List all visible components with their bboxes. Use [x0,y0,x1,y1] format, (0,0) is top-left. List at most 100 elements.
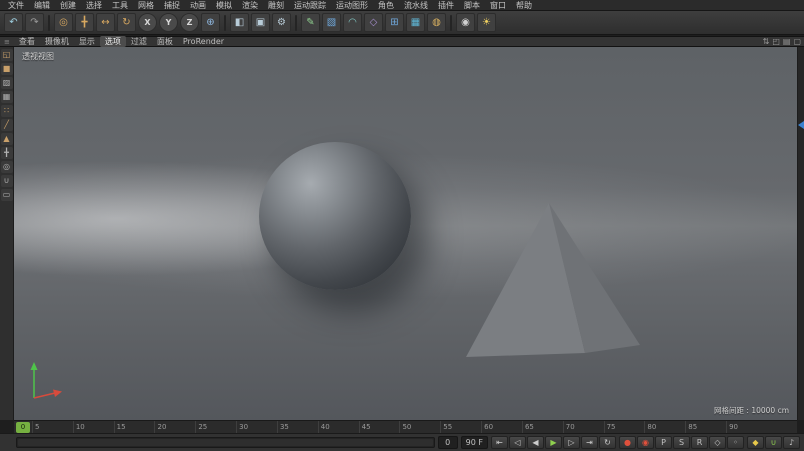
ruler-tick: 30 [236,421,277,433]
menu-mesh[interactable]: 网格 [133,0,159,11]
menu-edit[interactable]: 编辑 [29,0,55,11]
render-view-icon[interactable]: ◧ [230,13,249,32]
end-frame-field[interactable]: 90 F [460,436,488,449]
play-button[interactable]: ▶ [545,436,562,449]
key-pla-button[interactable]: ◦ [727,436,744,449]
menu-simulate[interactable]: 模拟 [211,0,237,11]
z-axis-lock-icon[interactable]: Z [180,13,199,32]
undo-icon[interactable]: ↶ [4,13,23,32]
points-mode-icon[interactable]: ∷ [0,105,13,117]
left-toolbar: ◱ ■ ▨ ▦ ∷ ╱ ▲ ╋ ◎ ∪ ▭ [0,47,14,420]
volume-icon[interactable]: ▦ [406,13,425,32]
rotate-tool-icon[interactable]: ↻ [117,13,136,32]
timeline-range-slider[interactable] [16,437,435,448]
menu-pipeline[interactable]: 流水线 [399,0,433,11]
record-keyframe-button[interactable]: ● [619,436,636,449]
render-settings-icon[interactable]: ⚙ [272,13,291,32]
vp-menu-display[interactable]: 显示 [74,36,100,47]
enable-axis-icon[interactable]: ╋ [0,147,13,159]
sphere-object[interactable] [259,142,411,290]
menu-render[interactable]: 渲染 [237,0,263,11]
timeline-playhead[interactable]: 0 [16,422,30,433]
menu-mograph[interactable]: 运动图形 [331,0,373,11]
vp-menu-options[interactable]: 选项 [99,36,126,47]
menu-tools[interactable]: 工具 [107,0,133,11]
render-picture-viewer-icon[interactable]: ▣ [251,13,270,32]
redo-icon[interactable]: ↷ [25,13,44,32]
next-frame-button[interactable]: ▷ [563,436,580,449]
menu-file[interactable]: 文件 [3,0,29,11]
goto-end-button[interactable]: ⇥ [581,436,598,449]
vp-menu-view[interactable]: 查看 [14,36,40,47]
viewport-3d[interactable]: 透视视图 网格间距 : 10000 cm [14,47,797,420]
camera-icon[interactable]: ◉ [456,13,475,32]
panel-menu-icon[interactable]: ▤ [783,37,791,47]
simulate-icon[interactable]: ◍ [427,13,446,32]
main-menubar: 文件 编辑 创建 选择 工具 网格 捕捉 动画 模拟 渲染 雕刻 运动跟踪 运动… [0,0,804,11]
edges-mode-icon[interactable]: ╱ [0,119,13,131]
goto-start-button[interactable]: ⇤ [491,436,508,449]
menu-motion-tracker[interactable]: 运动跟踪 [289,0,331,11]
current-frame-field[interactable]: 0 [437,436,458,449]
panel-grip-icon[interactable]: ≡ [0,38,14,46]
ruler-tick: 35 [276,421,318,433]
timeline-ruler[interactable]: 0 5 10 15 20 25 30 35 40 45 50 55 60 65 … [14,420,797,433]
workplane-mode-icon[interactable]: ▦ [0,91,13,103]
menu-create[interactable]: 创建 [55,0,81,11]
vp-menu-panel[interactable]: 面板 [152,36,178,47]
autokey-button[interactable]: ◉ [637,436,654,449]
menu-snap[interactable]: 捕捉 [159,0,185,11]
live-selection-icon[interactable]: ◎ [54,13,73,32]
panel-arrange-icon[interactable]: ⇅ [763,37,770,47]
ruler-tick: 50 [399,421,440,433]
menu-plugins[interactable]: 插件 [433,0,459,11]
panel-float-icon[interactable]: ◰ [772,37,780,47]
cube-primitive-icon[interactable]: ▧ [322,13,341,32]
prev-frame-button[interactable]: ◀ [527,436,544,449]
vp-menu-prorender[interactable]: ProRender [178,36,229,47]
panel-maximize-icon[interactable]: ▢ [793,37,801,47]
subdivision-surface-icon[interactable]: ◇ [364,13,383,32]
prev-key-button[interactable]: ◁ [509,436,526,449]
make-editable-icon[interactable]: ◱ [0,49,13,61]
scale-tool-icon[interactable]: ↔ [96,13,115,32]
key-parameter-button[interactable]: ◇ [709,436,726,449]
sound-toggle-button[interactable]: ♪ [783,436,800,449]
texture-mode-icon[interactable]: ▨ [0,77,13,89]
light-icon[interactable]: ☀ [477,13,496,32]
snap-key-button[interactable]: ∪ [765,436,782,449]
key-scale-button[interactable]: S [673,436,690,449]
spline-primitive-icon[interactable]: ◠ [343,13,362,32]
toolbar-separator [48,14,50,31]
vp-menu-filter[interactable]: 过滤 [126,36,152,47]
keyframe-selection-button[interactable]: ◆ [747,436,764,449]
workplane-lock-icon[interactable]: ▭ [0,189,13,201]
snap-toggle-icon[interactable]: ∪ [0,175,13,187]
key-rotation-button[interactable]: R [691,436,708,449]
ruler-tick: 90 [726,421,767,433]
menu-script[interactable]: 脚本 [459,0,485,11]
coordinate-system-icon[interactable]: ⊕ [201,13,220,32]
menu-sculpt[interactable]: 雕刻 [263,0,289,11]
menu-window[interactable]: 窗口 [485,0,511,11]
menu-help[interactable]: 帮助 [511,0,537,11]
range-slider-handle[interactable] [18,439,433,446]
move-tool-icon[interactable]: ╋ [75,13,94,32]
model-mode-icon[interactable]: ■ [0,63,13,75]
mograph-icon[interactable]: ⊞ [385,13,404,32]
menu-character[interactable]: 角色 [373,0,399,11]
menu-animate[interactable]: 动画 [185,0,211,11]
viewport-solo-icon[interactable]: ◎ [0,161,13,173]
toolbar-separator [224,14,226,31]
pen-tool-icon[interactable]: ✎ [301,13,320,32]
polygons-mode-icon[interactable]: ▲ [0,133,13,145]
y-axis-lock-icon[interactable]: Y [159,13,178,32]
x-axis-lock-icon[interactable]: X [138,13,157,32]
vp-menu-cameras[interactable]: 摄像机 [40,36,74,47]
menu-select[interactable]: 选择 [81,0,107,11]
key-position-button[interactable]: P [655,436,672,449]
ruler-tick: 70 [562,421,604,433]
loop-button[interactable]: ↻ [599,436,616,449]
viewport-bookmark-icon[interactable] [798,121,804,129]
workspace: ◱ ■ ▨ ▦ ∷ ╱ ▲ ╋ ◎ ∪ ▭ 透视视图 网格间距: 10000 … [0,47,804,420]
